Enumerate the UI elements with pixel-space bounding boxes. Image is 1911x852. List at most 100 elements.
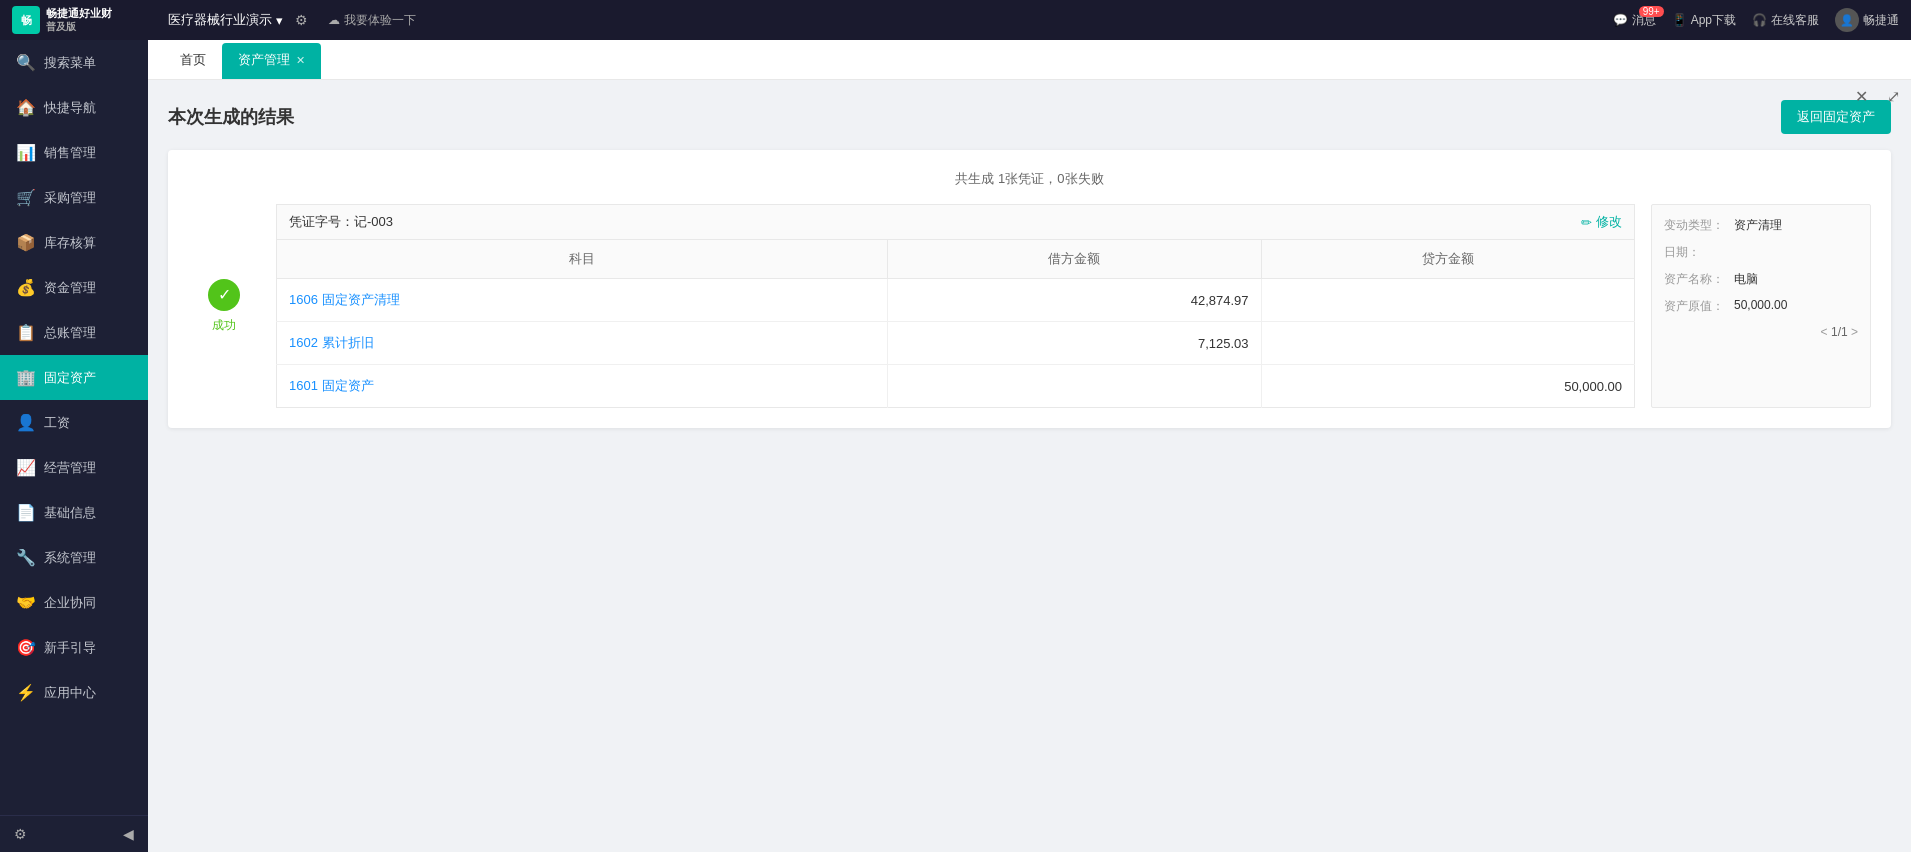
detail-panel: 变动类型： 资产清理 日期： 资产名称： 电脑 资产原值：: [1651, 204, 1871, 408]
main-layout: 🔍 搜索菜单 🏠 快捷导航 📊 销售管理 🛒 采购管理 📦 库存核算 💰 资金管…: [0, 40, 1911, 852]
prev-page-button[interactable]: <: [1821, 325, 1828, 339]
messages-button[interactable]: 💬 消息 99+: [1613, 12, 1656, 29]
company-selector[interactable]: 医疗器械行业演示 ▾: [168, 11, 283, 29]
sidebar-collapse-icon[interactable]: ◀: [123, 826, 134, 842]
experience-button[interactable]: ☁ 我要体验一下: [328, 12, 416, 29]
sidebar-label-payroll: 工资: [44, 414, 70, 432]
user-info[interactable]: 👤 畅捷通: [1835, 8, 1899, 32]
change-type-label: 变动类型：: [1664, 217, 1734, 234]
search-icon: 🔍: [16, 53, 34, 72]
sidebar-item-finance[interactable]: 💰 资金管理: [0, 265, 148, 310]
avatar: 👤: [1835, 8, 1859, 32]
logo-title: 畅捷通好业财: [46, 7, 112, 20]
cloud-icon: ☁: [328, 13, 340, 27]
voucher-header: 凭证字号：记-003 ✏ 修改: [276, 204, 1635, 239]
close-button[interactable]: ✕: [1847, 82, 1875, 110]
sidebar-label-sales: 销售管理: [44, 144, 96, 162]
sidebar-item-guide[interactable]: 🎯 新手引导: [0, 625, 148, 670]
sidebar-item-quick-nav[interactable]: 🏠 快捷导航: [0, 85, 148, 130]
success-text: 成功: [212, 317, 236, 334]
sidebar-item-collab[interactable]: 🤝 企业协同: [0, 580, 148, 625]
system-icon: 🔧: [16, 548, 34, 567]
sidebar-label-ops: 经营管理: [44, 459, 96, 477]
sidebar-label-finance: 资金管理: [44, 279, 96, 297]
sidebar-item-payroll[interactable]: 👤 工资: [0, 400, 148, 445]
company-name: 医疗器械行业演示: [168, 11, 272, 29]
voucher-section: ✓ 成功 凭证字号：记-003 ✏ 修改: [188, 204, 1871, 408]
table-row: 1601 固定资产 50,000.00: [277, 365, 1635, 408]
ledger-icon: 📋: [16, 323, 34, 342]
page-indicator: 1/1: [1831, 325, 1851, 339]
col-debit: 借方金额: [888, 240, 1261, 279]
tab-home-label: 首页: [180, 51, 206, 69]
sidebar-label-inventory: 库存核算: [44, 234, 96, 252]
sidebar-label-system: 系统管理: [44, 549, 96, 567]
sidebar-label-guide: 新手引导: [44, 639, 96, 657]
basic-icon: 📄: [16, 503, 34, 522]
online-service-label: 在线客服: [1771, 12, 1819, 29]
apps-icon: ⚡: [16, 683, 34, 702]
voucher-table: 科目 借方金额 贷方金额 1606 固定资产清理 42,874.97: [276, 239, 1635, 408]
logo-subtitle: 普及版: [46, 21, 112, 33]
app-download-button[interactable]: 📱 App下载: [1672, 12, 1736, 29]
sidebar-item-basic[interactable]: 📄 基础信息: [0, 490, 148, 535]
sidebar-item-inventory[interactable]: 📦 库存核算: [0, 220, 148, 265]
edit-button[interactable]: ✏ 修改: [1581, 213, 1622, 231]
messages-badge: 99+: [1639, 6, 1664, 17]
col-credit: 贷方金额: [1261, 240, 1634, 279]
tab-close-icon[interactable]: ✕: [296, 54, 305, 67]
sidebar-label-ledger: 总账管理: [44, 324, 96, 342]
sidebar-item-search[interactable]: 🔍 搜索菜单: [0, 40, 148, 85]
result-summary: 共生成 1张凭证，0张失败: [188, 170, 1871, 188]
tab-home[interactable]: 首页: [164, 43, 222, 79]
sidebar-label-fixed-assets: 固定资产: [44, 369, 96, 387]
detail-asset-name: 资产名称： 电脑: [1664, 271, 1858, 288]
pagination: < 1/1 >: [1664, 325, 1858, 339]
detail-change-type: 变动类型： 资产清理: [1664, 217, 1858, 234]
table-row: 1602 累计折旧 7,125.03: [277, 322, 1635, 365]
top-bar-center: 医疗器械行业演示 ▾ ⚙ ☁ 我要体验一下: [160, 11, 1613, 29]
sidebar-item-fixed-assets[interactable]: 🏢 固定资产: [0, 355, 148, 400]
tab-bar: 首页 资产管理 ✕: [148, 40, 1911, 80]
sidebar-settings-icon[interactable]: ⚙: [14, 826, 27, 842]
sidebar-item-system[interactable]: 🔧 系统管理: [0, 535, 148, 580]
page-title: 本次生成的结果: [168, 105, 294, 129]
tab-assets[interactable]: 资产管理 ✕: [222, 43, 321, 79]
asset-name-value: 电脑: [1734, 271, 1758, 288]
tab-assets-label: 资产管理: [238, 51, 290, 69]
sidebar-item-ledger[interactable]: 📋 总账管理: [0, 310, 148, 355]
sidebar-label-purchase: 采购管理: [44, 189, 96, 207]
user-name: 畅捷通: [1863, 12, 1899, 29]
service-icon: 🎧: [1752, 13, 1767, 27]
edit-icon: ✏: [1581, 215, 1592, 230]
sidebar-bottom: ⚙ ◀: [0, 815, 148, 852]
voucher-number: 凭证字号：记-003: [289, 213, 393, 231]
next-page-button[interactable]: >: [1851, 325, 1858, 339]
row1-debit: 42,874.97: [888, 279, 1261, 322]
detail-date: 日期：: [1664, 244, 1858, 261]
experience-label: 我要体验一下: [344, 12, 416, 29]
row1-subject: 1606 固定资产清理: [277, 279, 888, 322]
close-icon: ✕: [1855, 87, 1868, 106]
col-subject: 科目: [277, 240, 888, 279]
voucher-main: 凭证字号：记-003 ✏ 修改 科目 借方金额 贷方: [276, 204, 1635, 408]
home-icon: 🏠: [16, 98, 34, 117]
sidebar-item-ops[interactable]: 📈 经营管理: [0, 445, 148, 490]
row2-subject: 1602 累计折旧: [277, 322, 888, 365]
page-content: 本次生成的结果 返回固定资产 共生成 1张凭证，0张失败 ✓ 成功 凭证字号：记…: [148, 80, 1911, 852]
online-service-button[interactable]: 🎧 在线客服: [1752, 12, 1819, 29]
expand-button[interactable]: ⤢: [1879, 82, 1907, 110]
settings-icon[interactable]: ⚙: [295, 12, 308, 28]
download-icon: 📱: [1672, 13, 1687, 27]
sidebar-item-purchase[interactable]: 🛒 采购管理: [0, 175, 148, 220]
row3-credit: 50,000.00: [1261, 365, 1634, 408]
fixed-assets-icon: 🏢: [16, 368, 34, 387]
asset-value-label: 资产原值：: [1664, 298, 1734, 315]
top-bar-right: 💬 消息 99+ 📱 App下载 🎧 在线客服 👤 畅捷通: [1613, 8, 1899, 32]
content-area: 首页 资产管理 ✕ ✕ ⤢ 本次生成的结果 返回固定资产 共生成 1张凭证，0张…: [148, 40, 1911, 852]
sidebar-item-sales[interactable]: 📊 销售管理: [0, 130, 148, 175]
top-bar: 畅 畅捷通好业财 普及版 医疗器械行业演示 ▾ ⚙ ☁ 我要体验一下 💬 消息 …: [0, 0, 1911, 40]
sidebar-item-apps[interactable]: ⚡ 应用中心: [0, 670, 148, 715]
result-card: 共生成 1张凭证，0张失败 ✓ 成功 凭证字号：记-003 ✏ 修改: [168, 150, 1891, 428]
change-type-value: 资产清理: [1734, 217, 1782, 234]
